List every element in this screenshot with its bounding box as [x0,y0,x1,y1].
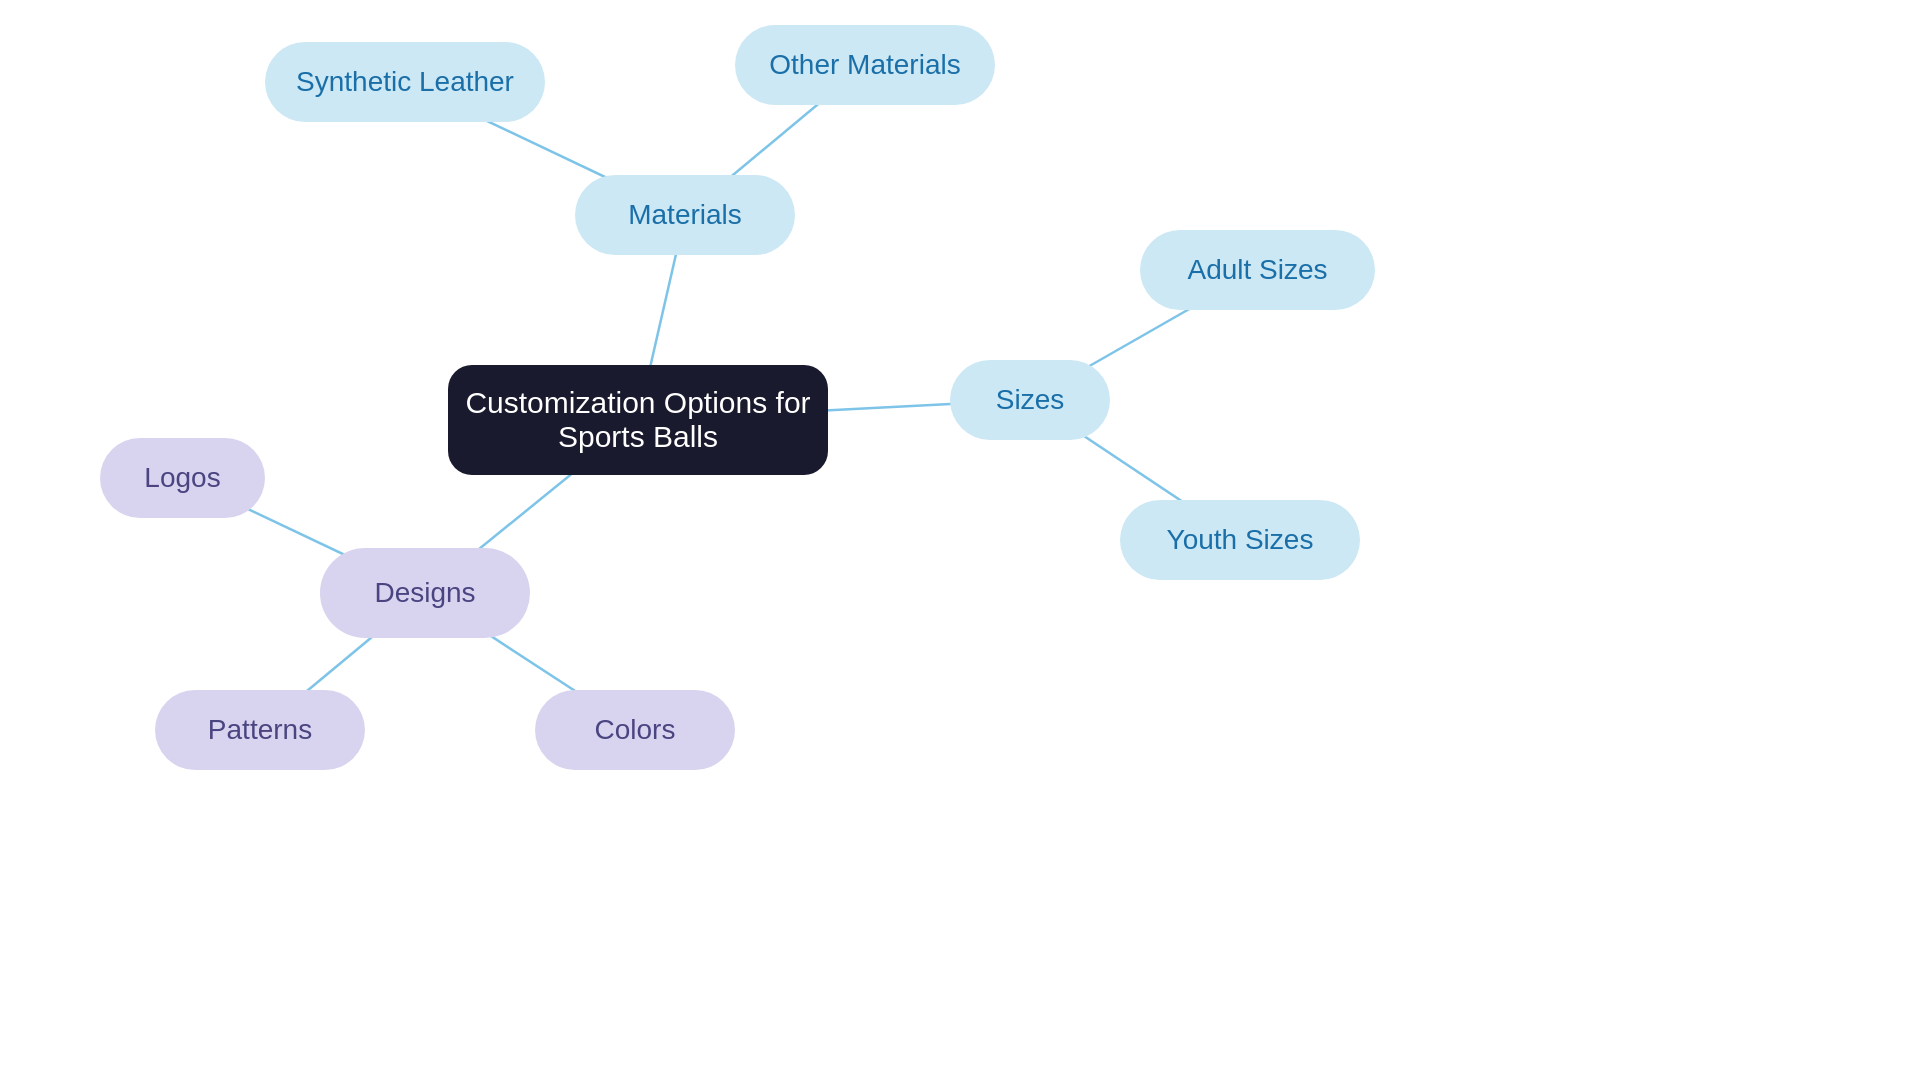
synthetic-leather-node[interactable]: Synthetic Leather [265,42,545,122]
center-node[interactable]: Customization Options for Sports Balls [448,365,828,475]
colors-label: Colors [595,714,676,746]
other-materials-label: Other Materials [769,49,960,81]
sizes-node[interactable]: Sizes [950,360,1110,440]
colors-node[interactable]: Colors [535,690,735,770]
logos-label: Logos [144,462,220,494]
youth-sizes-label: Youth Sizes [1167,524,1314,556]
youth-sizes-node[interactable]: Youth Sizes [1120,500,1360,580]
logos-node[interactable]: Logos [100,438,265,518]
adult-sizes-node[interactable]: Adult Sizes [1140,230,1375,310]
materials-node[interactable]: Materials [575,175,795,255]
patterns-node[interactable]: Patterns [155,690,365,770]
materials-label: Materials [628,199,742,231]
center-label: Customization Options for Sports Balls [448,386,828,454]
other-materials-node[interactable]: Other Materials [735,25,995,105]
sizes-label: Sizes [996,384,1064,416]
patterns-label: Patterns [208,714,312,746]
adult-sizes-label: Adult Sizes [1187,254,1327,286]
designs-label: Designs [374,577,475,609]
synthetic-leather-label: Synthetic Leather [296,66,514,98]
designs-node[interactable]: Designs [320,548,530,638]
